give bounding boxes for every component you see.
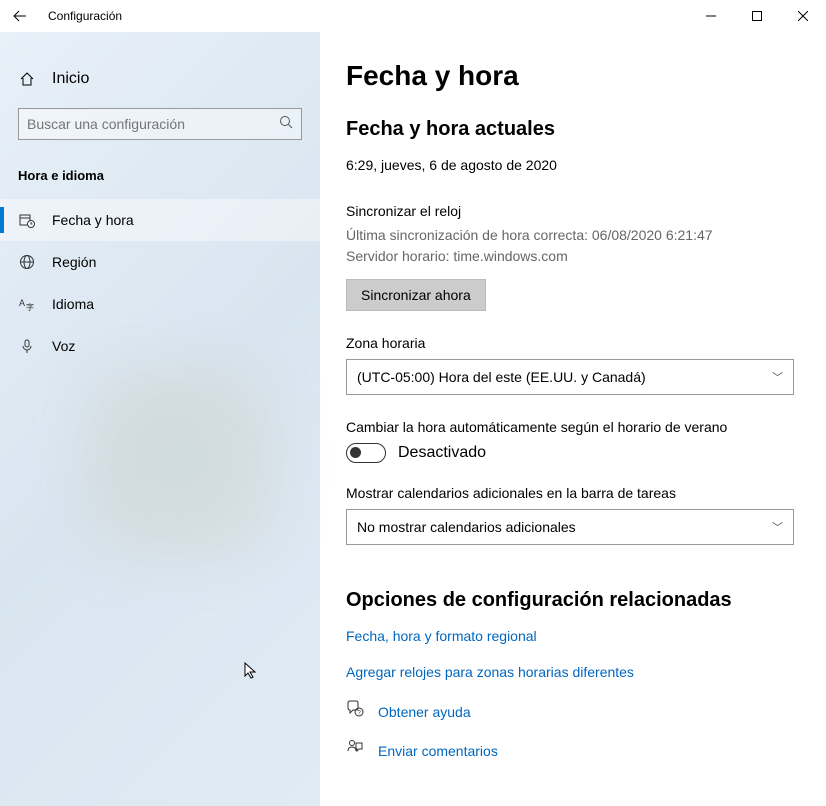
link-feedback[interactable]: Enviar comentarios (378, 743, 498, 759)
titlebar: Configuración (0, 0, 826, 32)
sync-server: Servidor horario: time.windows.com (346, 246, 800, 267)
page-title: Fecha y hora (346, 60, 800, 92)
link-add-clocks[interactable]: Agregar relojes para zonas horarias dife… (346, 664, 800, 680)
dst-label: Cambiar la hora automáticamente según el… (346, 419, 800, 435)
chevron-down-icon: ﹀ (772, 369, 783, 385)
maximize-button[interactable] (734, 0, 780, 32)
dst-toggle[interactable] (346, 443, 386, 463)
nav-label: Voz (52, 338, 75, 354)
back-arrow-icon (13, 9, 27, 23)
home-nav[interactable]: Inicio (0, 60, 320, 98)
sync-now-button[interactable]: Sincronizar ahora (346, 279, 486, 311)
search-icon (279, 115, 293, 134)
home-icon (18, 70, 36, 88)
window-title: Configuración (48, 9, 122, 23)
current-datetime: 6:29, jueves, 6 de agosto de 2020 (346, 157, 800, 173)
calendar-clock-icon (18, 211, 36, 229)
nav-language[interactable]: A字 Idioma (0, 283, 320, 325)
sync-last: Última sincronización de hora correcta: … (346, 225, 800, 246)
nav-label: Idioma (52, 296, 94, 312)
search-box[interactable] (18, 108, 302, 140)
calendar-select[interactable]: No mostrar calendarios adicionales ﹀ (346, 509, 794, 545)
nav-label: Fecha y hora (52, 212, 134, 228)
back-button[interactable] (0, 0, 40, 32)
sidebar: Inicio Hora e idioma Fecha y hora Región… (0, 32, 320, 806)
svg-text:A: A (19, 298, 25, 308)
link-get-help[interactable]: Obtener ayuda (378, 704, 471, 720)
search-input[interactable] (27, 116, 279, 132)
help-icon: ? (346, 700, 364, 723)
link-regional-format[interactable]: Fecha, hora y formato regional (346, 628, 800, 644)
timezone-select[interactable]: (UTC-05:00) Hora del este (EE.UU. y Cana… (346, 359, 794, 395)
sync-heading: Sincronizar el reloj (346, 203, 800, 219)
close-button[interactable] (780, 0, 826, 32)
window-controls (688, 0, 826, 32)
globe-icon (18, 253, 36, 271)
nav-voice[interactable]: Voz (0, 325, 320, 367)
language-icon: A字 (18, 295, 36, 313)
dst-state: Desactivado (398, 444, 486, 462)
timezone-value: (UTC-05:00) Hora del este (EE.UU. y Cana… (357, 369, 646, 385)
home-label: Inicio (52, 70, 89, 88)
timezone-label: Zona horaria (346, 335, 800, 351)
section-label: Hora e idioma (0, 160, 320, 199)
current-heading: Fecha y hora actuales (346, 118, 800, 141)
calendar-label: Mostrar calendarios adicionales en la ba… (346, 485, 800, 501)
svg-text:字: 字 (26, 302, 34, 312)
minimize-button[interactable] (688, 0, 734, 32)
feedback-icon (346, 739, 364, 762)
nav-date-time[interactable]: Fecha y hora (0, 199, 320, 241)
main-content: Fecha y hora Fecha y hora actuales 6:29,… (320, 32, 826, 806)
chevron-down-icon: ﹀ (772, 519, 783, 535)
nav-label: Región (52, 254, 96, 270)
calendar-value: No mostrar calendarios adicionales (357, 519, 576, 535)
related-heading: Opciones de configuración relacionadas (346, 589, 800, 612)
nav-region[interactable]: Región (0, 241, 320, 283)
microphone-icon (18, 337, 36, 355)
